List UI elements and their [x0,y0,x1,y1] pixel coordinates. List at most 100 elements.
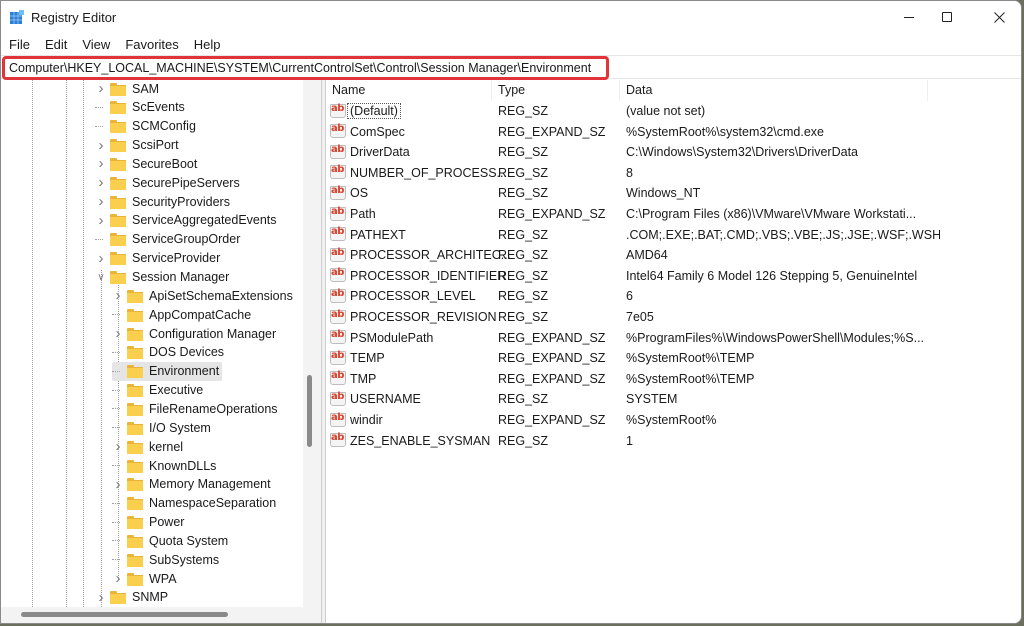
menu-favorites[interactable]: Favorites [117,35,185,55]
tree-connector [95,98,107,117]
value-data: SYSTEM [626,392,678,407]
tree-connector [112,456,124,475]
tree-node[interactable]: › Configuration Manager [112,324,279,343]
chevron-right-icon[interactable]: › [95,211,107,230]
value-name-cell: ab PROCESSOR_LEVEL [326,288,492,304]
minimize-icon [904,16,914,18]
value-data: 6 [626,289,633,304]
tree-node[interactable]: I/O System [112,418,214,437]
chevron-right-icon[interactable]: › [112,286,124,305]
tree-node[interactable]: › Memory Management [112,475,274,494]
value-name: PROCESSOR_IDENTIFIER [350,268,507,283]
value-row[interactable]: ab (Default) REG_SZ (value not set) [326,101,940,121]
chevron-right-icon[interactable]: › [112,569,124,588]
value-row[interactable]: ab Path REG_EXPAND_SZ C:\Program Files (x86… [326,204,940,224]
tree-node[interactable]: SCMConfig [95,117,199,136]
chevron-right-icon[interactable]: › [95,136,107,155]
value-row[interactable]: ab TEMP REG_EXPAND_SZ %SystemRoot%\TEMP [326,348,940,368]
value-row[interactable]: ab PROCESSOR_IDENTIFIER REG_SZ Intel64 Fami… [326,266,940,286]
menu-edit[interactable]: Edit [37,35,74,55]
chevron-down-icon[interactable]: ∨ [95,268,107,287]
tree-node[interactable]: FileRenameOperations [112,399,281,418]
tree-node-label: SubSystems [149,552,220,567]
address-bar[interactable]: Computer\HKEY_LOCAL_MACHINE\SYSTEM\Curre… [2,56,609,80]
tree-node[interactable]: Power [112,513,187,532]
tree-node[interactable]: ServiceGroupOrder [95,230,243,249]
tree-node[interactable]: › ServiceProvider [95,249,223,268]
values-list-pane: Name Type Data ab (Default) REG_SZ (value n… [326,80,1021,623]
tree-node[interactable]: › SNMP [95,588,171,607]
tree-node[interactable]: AppCompatCache [112,305,254,324]
chevron-right-icon[interactable]: › [112,324,124,343]
tree-node[interactable]: › SecureBoot [95,154,200,173]
tree-node[interactable]: KnownDLLs [112,456,219,475]
value-name: PATHEXT [350,227,406,242]
value-name: PROCESSOR_LEVEL [350,289,476,304]
value-row[interactable]: ab TMP REG_EXPAND_SZ %SystemRoot%\TEMP [326,369,940,389]
tree-node[interactable]: › ServiceAggregatedEvents [95,211,280,230]
tree-node[interactable]: Environment [112,361,223,381]
registry-editor-window: Registry Editor File Edit View Favorites… [0,0,1022,624]
chevron-right-icon[interactable]: › [95,154,107,173]
tree-node[interactable]: › SecurePipeServers [95,173,243,192]
tree-horizontal-scroll-thumb[interactable] [21,612,228,617]
tree-node[interactable]: › SecurityProviders [95,192,233,211]
menu-view[interactable]: View [74,35,117,55]
chevron-right-icon[interactable]: › [112,475,124,494]
tree-node[interactable]: › WPA [112,569,180,588]
maximize-button[interactable] [924,1,970,33]
value-row[interactable]: ab PATHEXT REG_SZ .COM;.EXE;.BAT;.CMD;.VBS;… [326,225,940,245]
tree-node[interactable]: NamespaceSeparation [112,494,279,513]
folder-icon [127,308,143,322]
tree-node-label: ScsiPort [132,138,179,153]
value-name-cell: ab PROCESSOR_IDENTIFIER [326,267,506,283]
string-value-icon: ab [330,267,346,283]
chevron-right-icon[interactable]: › [95,80,107,98]
tree-node-label: Configuration Manager [149,326,277,341]
column-header-type[interactable]: Type [492,80,620,101]
value-row[interactable]: ab OS REG_SZ Windows_NT [326,183,940,203]
value-type: REG_EXPAND_SZ [498,351,606,366]
string-value-icon: ab [330,391,346,407]
tree-node[interactable]: › SAM [95,80,162,98]
value-data: C:\Program Files (x86)\VMware\VMware Wor… [626,207,917,221]
tree-vertical-scroll-thumb[interactable] [307,375,312,447]
value-name-cell: ab PROCESSOR_REVISION [326,309,497,325]
value-row[interactable]: ab ZES_ENABLE_SYSMAN REG_SZ 1 [326,431,940,451]
tree-node[interactable]: › kernel [112,437,186,456]
tree-node[interactable]: Executive [112,381,206,400]
menu-file[interactable]: File [1,35,37,55]
value-row[interactable]: ab windir REG_EXPAND_SZ %SystemRoot% [326,410,940,430]
chevron-right-icon[interactable]: › [112,437,124,456]
value-type: REG_EXPAND_SZ [498,330,606,345]
column-header-name[interactable]: Name [326,80,492,101]
chevron-right-icon[interactable]: › [95,192,107,211]
value-row[interactable]: ab ComSpec REG_EXPAND_SZ %SystemRoot%\syste… [326,122,940,142]
close-button[interactable] [976,1,1021,33]
value-row[interactable]: ab PROCESSOR_ARCHITEC... REG_SZ AMD64 [326,245,940,265]
tree-vertical-scrollbar[interactable] [303,80,321,607]
value-row[interactable]: ab DriverData REG_SZ C:\Windows\System32\Dr… [326,142,940,162]
tree-node[interactable]: SubSystems [112,550,222,569]
menu-help[interactable]: Help [186,35,228,55]
tree-connector [112,513,124,532]
value-name: USERNAME [350,392,421,407]
tree-node[interactable]: ∨ Session Manager [95,268,232,287]
chevron-right-icon[interactable]: › [95,173,107,192]
chevron-right-icon[interactable]: › [95,588,107,607]
chevron-right-icon[interactable]: › [95,249,107,268]
value-row[interactable]: ab PROCESSOR_LEVEL REG_SZ 6 [326,286,940,306]
value-row[interactable]: ab USERNAME REG_SZ SYSTEM [326,389,940,409]
value-row[interactable]: ab NUMBER_OF_PROCESS... REG_SZ 8 [326,163,940,183]
value-row[interactable]: ab PSModulePath REG_EXPAND_SZ %ProgramFiles… [326,328,940,348]
value-row[interactable]: ab PROCESSOR_REVISION REG_SZ 7e05 [326,307,940,327]
tree-node[interactable]: ScEvents [95,98,188,117]
tree-node[interactable]: Quota System [112,531,231,550]
address-bar-container: Computer\HKEY_LOCAL_MACHINE\SYSTEM\Curre… [1,55,1021,80]
value-name-cell: ab NUMBER_OF_PROCESS... [326,164,507,180]
tree-node[interactable]: › ApiSetSchemaExtensions [112,286,296,305]
column-header-data[interactable]: Data [620,80,928,101]
tree-node[interactable]: DOS Devices [112,343,227,362]
value-data: %SystemRoot% [626,413,717,427]
tree-node[interactable]: › ScsiPort [95,136,182,155]
